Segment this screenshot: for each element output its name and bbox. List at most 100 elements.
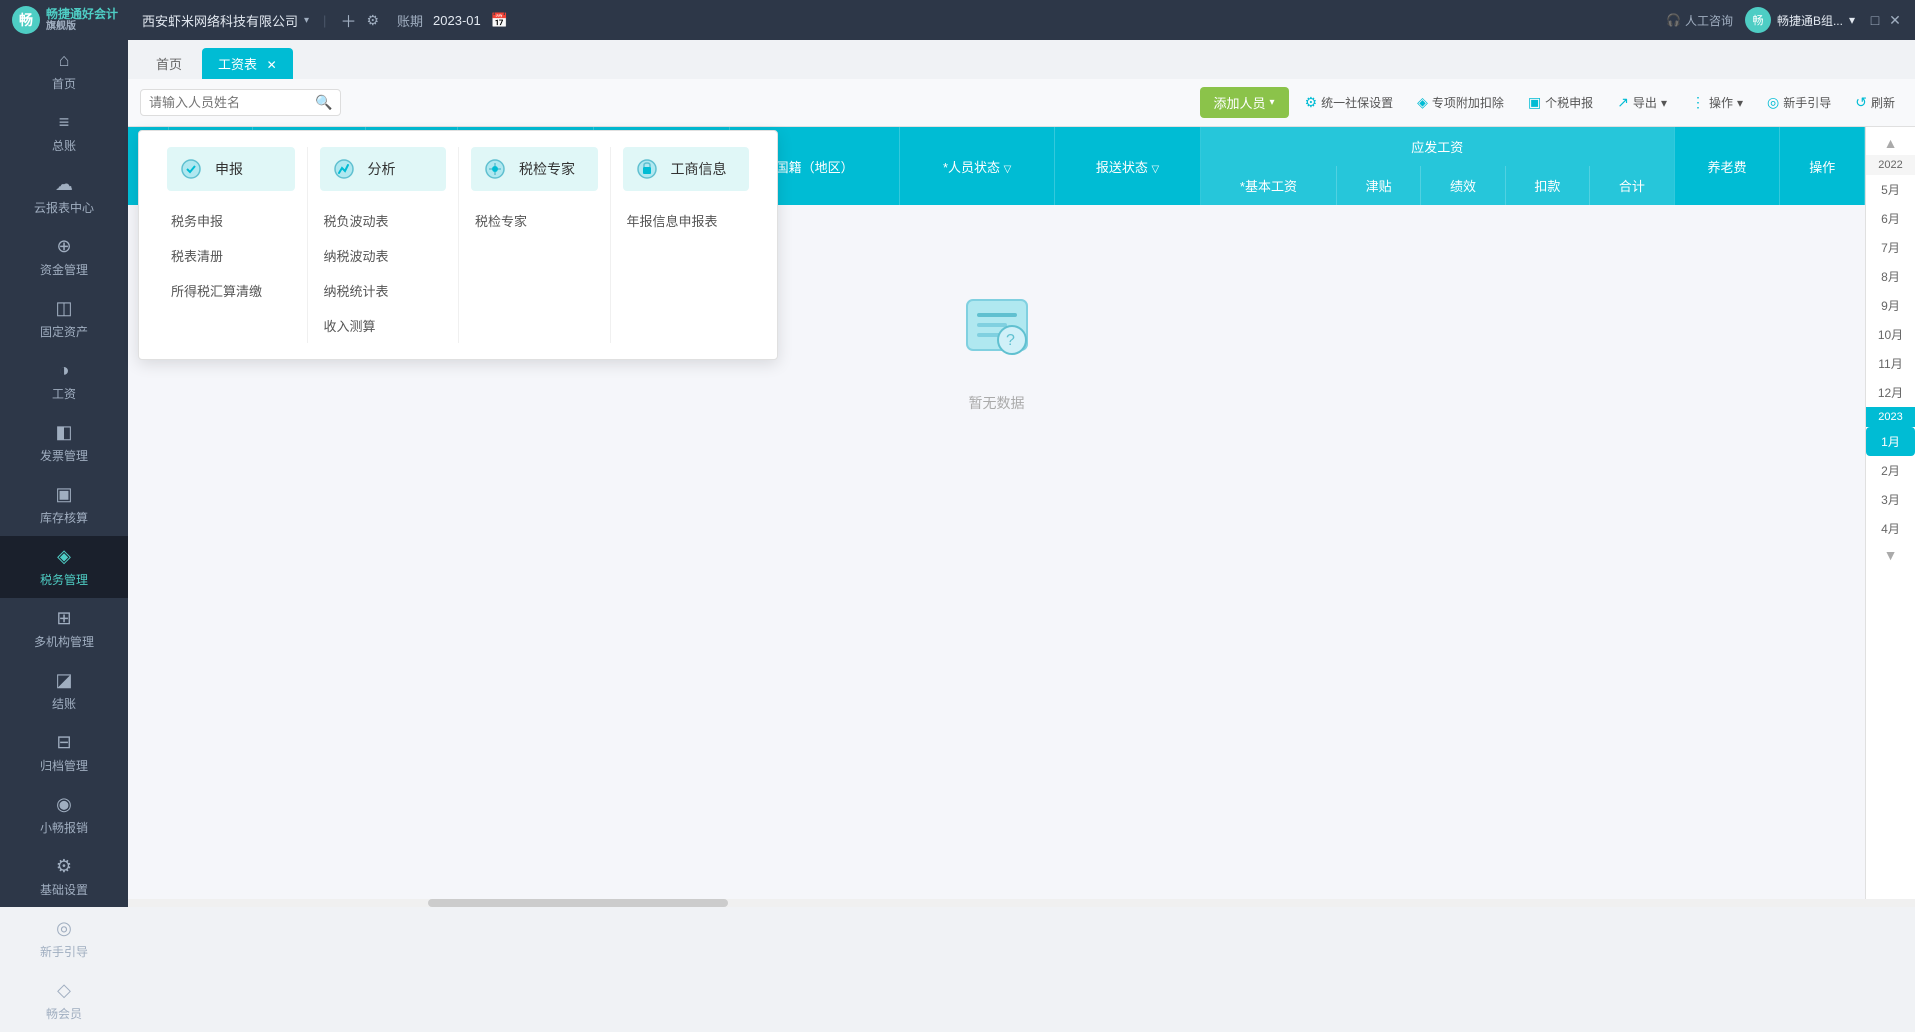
col-person-status[interactable]: *人员状态 ▽ <box>900 127 1055 205</box>
cloud-icon: ☁ <box>55 174 73 195</box>
month-8[interactable]: 8月 <box>1866 262 1915 291</box>
month-7[interactable]: 7月 <box>1866 233 1915 262</box>
operations-icon: ⋮ <box>1691 94 1705 111</box>
sidebar-item-inventory[interactable]: ▣ 库存核算 <box>0 474 128 536</box>
special-deduction-action[interactable]: ◈ 专项附加扣除 <box>1409 90 1512 115</box>
sidebar-item-fixed-assets[interactable]: ◫ 固定资产 <box>0 288 128 350</box>
period-value: 2023-01 <box>433 13 481 28</box>
header-right: 🎧 人工咨询 畅 畅捷通B组... ▾ □ ✕ <box>1666 7 1903 33</box>
month-1[interactable]: 1月 <box>1866 427 1915 456</box>
refresh-action[interactable]: ↺ 刷新 <box>1847 90 1903 115</box>
sidebar-item-invoice[interactable]: ◧ 发票管理 <box>0 412 128 474</box>
menu-item-income-tax[interactable]: 所得税汇算清缴 <box>167 273 295 308</box>
horizontal-scrollbar[interactable] <box>128 899 1915 907</box>
date-nav-up[interactable]: ▲ <box>1880 131 1902 155</box>
sidebar-item-basic-settings[interactable]: ⚙ 基础设置 <box>0 846 128 908</box>
assets-icon: ◫ <box>55 298 72 319</box>
col-report-status[interactable]: 报送状态 ▽ <box>1054 127 1200 205</box>
social-insurance-action[interactable]: ⚙ 统一社保设置 <box>1297 90 1402 115</box>
sidebar-label-tax: 税务管理 <box>40 571 88 588</box>
sidebar-label-assets: 固定资产 <box>40 323 88 340</box>
search-input[interactable] <box>149 95 309 110</box>
new-guide-action[interactable]: ◎ 新手引导 <box>1759 90 1839 115</box>
menu-header-tax-expert: 税检专家 <box>471 147 598 191</box>
date-panel: ▲ 2022 5月 6月 7月 8月 9月 10月 11月 12月 2023 <box>1865 127 1915 899</box>
sidebar-label-ledger: 总账 <box>52 137 76 154</box>
menu-item-tax-burden[interactable]: 税负波动表 <box>320 203 447 238</box>
date-nav-down[interactable]: ▼ <box>1880 543 1902 567</box>
sidebar-item-member[interactable]: ◇ 畅会员 <box>0 970 128 1032</box>
sidebar-item-tax[interactable]: ◈ 税务管理 <box>0 536 128 598</box>
business-title: 工商信息 <box>671 159 727 179</box>
tax-return-action[interactable]: ▣ 个税申报 <box>1520 90 1601 115</box>
month-12[interactable]: 12月 <box>1866 378 1915 407</box>
inventory-icon: ▣ <box>55 484 72 505</box>
sidebar-label-closing: 结账 <box>52 695 76 712</box>
scroll-thumb[interactable] <box>428 899 728 907</box>
sidebar-item-general-ledger[interactable]: ≡ 总账 <box>0 102 128 164</box>
menu-item-tax-table[interactable]: 税表清册 <box>167 238 295 273</box>
menu-item-annual-report[interactable]: 年报信息申报表 <box>623 203 750 238</box>
sidebar-item-home[interactable]: ⌂ 首页 <box>0 40 128 102</box>
add-person-button[interactable]: 添加人员 ▾ <box>1200 87 1289 118</box>
col-deduction: 扣款 <box>1505 166 1589 205</box>
settings-icon[interactable]: ⚙ <box>366 12 379 29</box>
add-company-icon[interactable]: ＋ <box>340 8 356 32</box>
tab-bar: 首页 工资表 ✕ <box>128 40 1915 79</box>
month-11[interactable]: 11月 <box>1866 349 1915 378</box>
sidebar-item-multi-org[interactable]: ⊞ 多机构管理 <box>0 598 128 660</box>
calendar-icon[interactable]: 📅 <box>491 12 508 29</box>
sidebar-label-home: 首页 <box>52 75 76 92</box>
menu-header-business: 工商信息 <box>623 147 750 191</box>
sidebar-item-new-guide[interactable]: ◎ 新手引导 <box>0 908 128 970</box>
payroll-icon: ◑ <box>59 360 70 381</box>
month-2-2023[interactable]: 2月 <box>1866 456 1915 485</box>
month-4-2023[interactable]: 4月 <box>1866 514 1915 543</box>
support-button[interactable]: 🎧 人工咨询 <box>1666 12 1733 29</box>
empty-icon: ? <box>957 285 1037 381</box>
guide-icon: ◎ <box>56 918 72 939</box>
tab-close-icon[interactable]: ✕ <box>267 58 277 72</box>
avatar: 畅 <box>1745 7 1771 33</box>
sidebar-item-fund[interactable]: ⊕ 资金管理 <box>0 226 128 288</box>
sidebar-item-closing[interactable]: ◪ 结账 <box>0 660 128 722</box>
month-6[interactable]: 6月 <box>1866 204 1915 233</box>
month-9[interactable]: 9月 <box>1866 291 1915 320</box>
export-action[interactable]: ↗ 导出 ▾ <box>1609 90 1675 115</box>
year-2023-label: 2023 <box>1866 407 1915 427</box>
company-selector[interactable]: 西安虾米网络科技有限公司 ▾ <box>142 11 309 30</box>
menu-item-tax-stats[interactable]: 纳税统计表 <box>320 273 447 308</box>
menu-item-income-est[interactable]: 收入测算 <box>320 308 447 343</box>
menu-item-tax-payment[interactable]: 纳税波动表 <box>320 238 447 273</box>
tab-home[interactable]: 首页 <box>140 48 198 79</box>
search-wrapper: 🔍 <box>140 89 341 116</box>
close-button[interactable]: ✕ <box>1887 12 1903 28</box>
sidebar-item-cloud-report[interactable]: ☁ 云报表中心 <box>0 164 128 226</box>
user-area[interactable]: 畅 畅捷通B组... ▾ <box>1745 7 1855 33</box>
menu-item-tax-declaration[interactable]: 税务申报 <box>167 203 295 238</box>
toolbar: 🔍 添加人员 ▾ ⚙ 统一社保设置 ◈ 专项附加扣除 ▣ 个税申报 ↗ 导出 <box>128 79 1915 127</box>
user-label: 畅捷通B组... <box>1777 12 1843 29</box>
business-icon <box>631 153 663 185</box>
closing-icon: ◪ <box>55 670 72 691</box>
refresh-label: 刷新 <box>1871 94 1895 111</box>
basic-settings-icon: ⚙ <box>56 856 72 877</box>
restore-button[interactable]: □ <box>1867 12 1883 28</box>
sidebar-item-archive[interactable]: ⊟ 归档管理 <box>0 722 128 784</box>
sidebar-label-basic: 基础设置 <box>40 881 88 898</box>
sidebar-item-mini-report[interactable]: ◉ 小畅报销 <box>0 784 128 846</box>
tax-dropdown-menu: 申报 税务申报 税表清册 所得税汇算清缴 分析 税负波动表 纳税波动表 纳税统计… <box>138 130 778 360</box>
tab-payroll[interactable]: 工资表 ✕ <box>202 48 293 79</box>
headset-icon: 🎧 <box>1666 13 1681 27</box>
sidebar-item-payroll[interactable]: ◑ 工资 <box>0 350 128 412</box>
declaration-title: 申报 <box>215 159 243 179</box>
year-section-2023: 2023 1月 2月 3月 4月 <box>1866 407 1915 543</box>
menu-grid: 申报 税务申报 税表清册 所得税汇算清缴 分析 税负波动表 纳税波动表 纳税统计… <box>155 147 761 343</box>
month-10[interactable]: 10月 <box>1866 320 1915 349</box>
col-group-salary: 应发工资 <box>1201 127 1674 166</box>
month-3-2023[interactable]: 3月 <box>1866 485 1915 514</box>
operations-arrow-icon: ▾ <box>1737 96 1743 110</box>
menu-item-tax-check[interactable]: 税检专家 <box>471 203 598 238</box>
operations-action[interactable]: ⋮ 操作 ▾ <box>1683 90 1751 115</box>
month-5[interactable]: 5月 <box>1866 175 1915 204</box>
